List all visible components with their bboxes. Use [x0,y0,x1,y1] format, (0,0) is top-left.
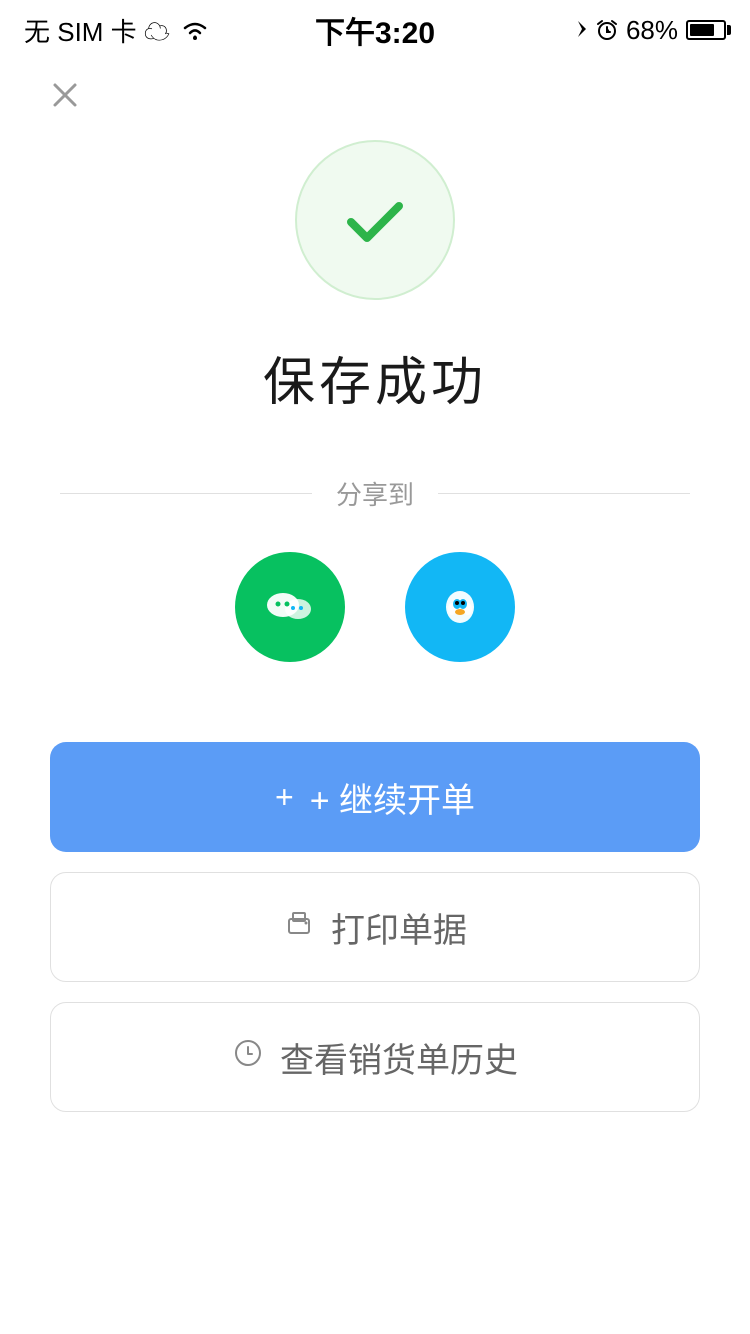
print-icon [283,907,315,947]
history-label: 查看销货单历史 [280,1033,518,1082]
action-buttons: + + 继续开单 打印单据 查看销货单历史 [0,742,750,1112]
status-bar-right: 68% [568,15,726,46]
share-label: 分享到 [312,475,438,512]
wifi-icon [180,19,210,41]
success-title: 保存成功 [263,340,487,415]
divider-line-right [438,493,690,494]
location-icon [568,19,588,41]
qq-icon [430,577,490,637]
status-bar-left: 无 SIM 卡 ☁ [24,12,210,49]
share-divider: 分享到 [0,475,750,512]
history-icon [232,1037,264,1077]
history-button[interactable]: 查看销货单历史 [50,1002,700,1112]
main-content: 保存成功 分享到 [0,60,750,1112]
checkmark-icon [335,180,415,260]
battery-icon [686,20,726,40]
continue-label: + 继续开单 [310,773,475,822]
close-button[interactable] [40,70,90,120]
divider-line-left [60,493,312,494]
share-icons-row [235,552,515,662]
status-bar-time: 下午3:20 [315,8,435,52]
success-icon-circle [295,140,455,300]
status-bar: 无 SIM 卡 ☁ 下午3:20 68% [0,0,750,60]
battery-percent: 68% [626,15,678,46]
plus-icon: + [275,779,294,816]
continue-button[interactable]: + + 继续开单 [50,742,700,852]
print-label: 打印单据 [331,903,467,952]
qq-share-button[interactable] [405,552,515,662]
print-button[interactable]: 打印单据 [50,872,700,982]
wechat-share-button[interactable] [235,552,345,662]
wechat-icon [260,577,320,637]
sim-status: 无 SIM 卡 ☁ [24,12,170,49]
alarm-icon [596,19,618,41]
